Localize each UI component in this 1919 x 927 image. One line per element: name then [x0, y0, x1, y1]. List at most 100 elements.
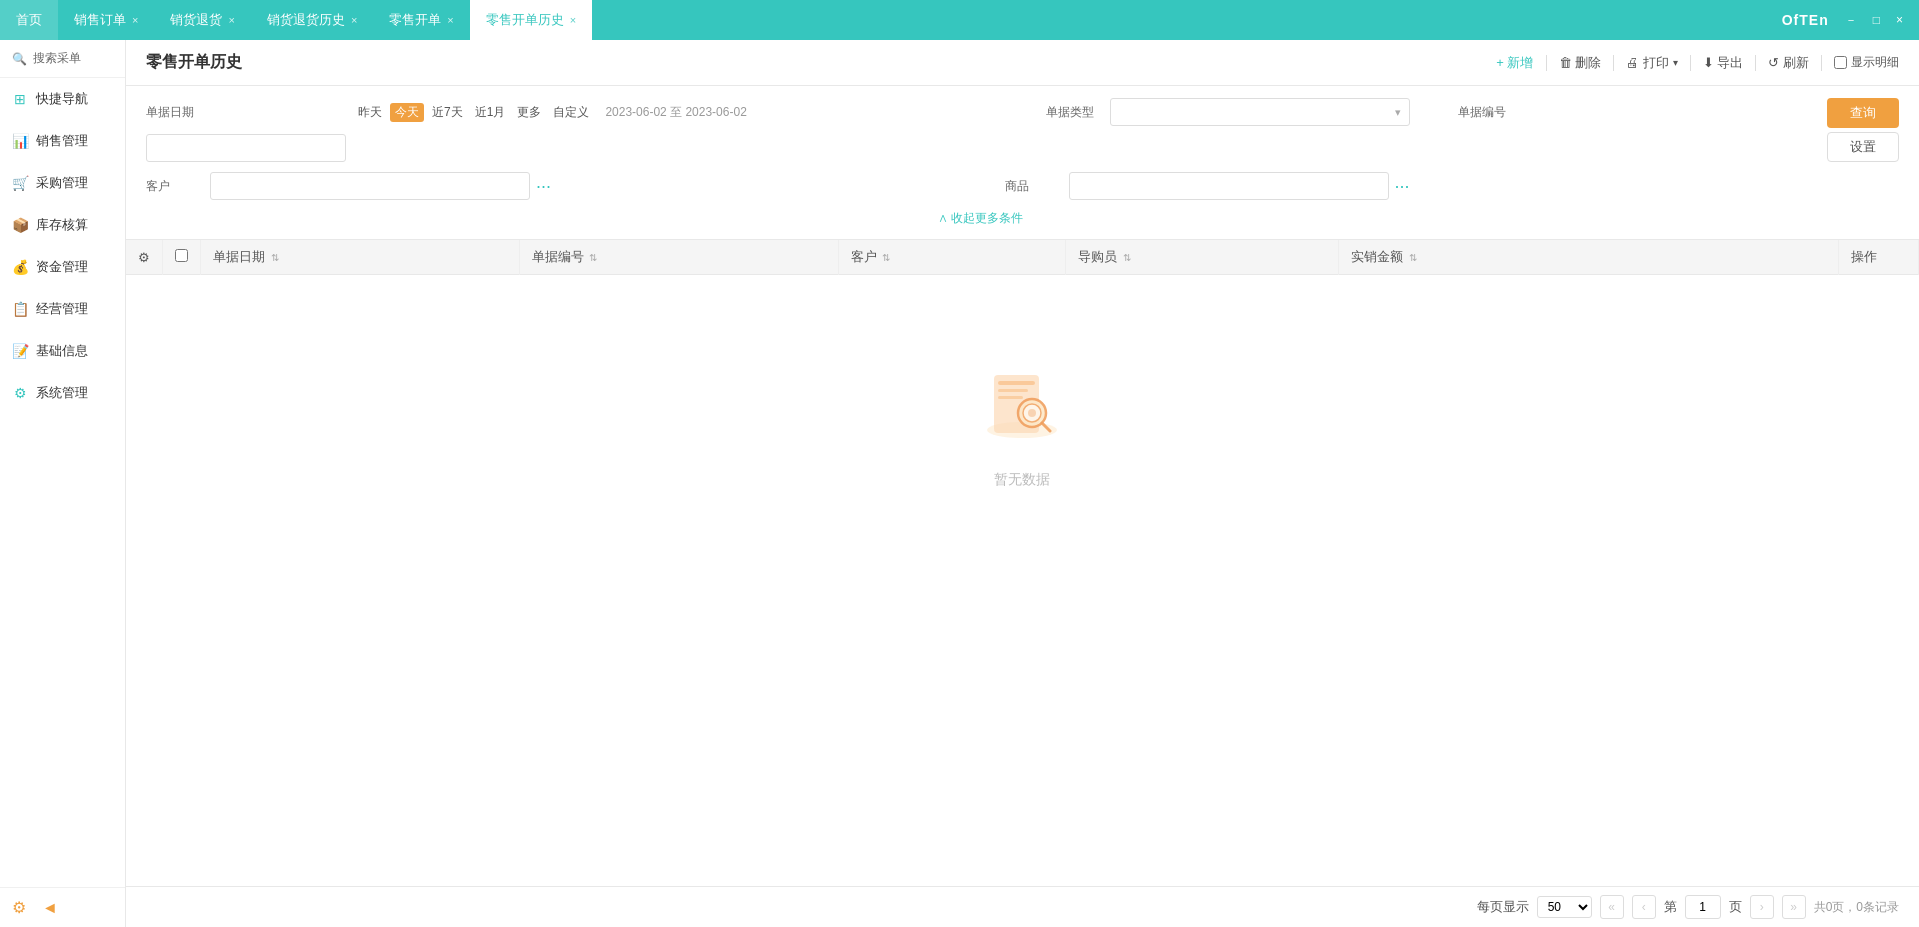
th-customer[interactable]: 客户 ⇅ [838, 240, 1065, 275]
print-label: 🖨 打印 [1626, 54, 1669, 72]
date-opt-1month[interactable]: 近1月 [471, 102, 510, 123]
doc-type-label: 单据类型 [1046, 104, 1102, 121]
date-opt-7days[interactable]: 近7天 [428, 102, 467, 123]
column-settings-icon[interactable]: ⚙ [138, 250, 150, 265]
th-amount-sort-icon[interactable]: ⇅ [1409, 252, 1417, 263]
page-size-select[interactable]: 50 10 20 100 [1537, 896, 1592, 918]
date-opt-yesterday[interactable]: 昨天 [354, 102, 386, 123]
page-next-btn[interactable]: › [1750, 895, 1774, 919]
page-number-input[interactable] [1685, 895, 1721, 919]
sidebar-item-quick-nav[interactable]: ⊞ 快捷导航 [0, 78, 125, 120]
th-date-sort-icon[interactable]: ⇅ [271, 252, 279, 263]
svg-rect-4 [998, 396, 1023, 399]
th-docno-label: 单据编号 [532, 249, 584, 264]
sidebar-item-basic-info[interactable]: 📝 基础信息 [0, 330, 125, 372]
date-range: 2023-06-02 至 2023-06-02 [605, 104, 998, 121]
show-detail-checkbox[interactable]: 显示明细 [1834, 54, 1899, 71]
add-button[interactable]: + 新增 [1496, 54, 1533, 72]
th-amount[interactable]: 实销金额 ⇅ [1339, 240, 1839, 275]
sidebar-item-purchase-mgmt[interactable]: 🛒 采购管理 [0, 162, 125, 204]
pagination-bar: 每页显示 50 10 20 100 « ‹ 第 页 › » 共0页，0条记录 [126, 886, 1919, 927]
toolbar-divider-4 [1755, 55, 1756, 71]
show-detail-input[interactable] [1834, 56, 1847, 69]
sidebar-item-system[interactable]: ⚙ 系统管理 [0, 372, 125, 414]
customer-label: 客户 [146, 178, 202, 195]
doc-no-input[interactable] [146, 134, 346, 162]
th-docno-sort-icon[interactable]: ⇅ [589, 252, 597, 263]
collapse-sidebar-icon[interactable]: ◄ [42, 899, 58, 917]
print-button[interactable]: 🖨 打印 ▾ [1626, 54, 1678, 72]
tab-retail-open[interactable]: 零售开单 × [373, 0, 469, 40]
customer-ellipsis-btn[interactable]: ··· [536, 176, 551, 197]
sidebar-item-operations[interactable]: 📋 经营管理 [0, 288, 125, 330]
collapse-button[interactable]: ∧ 收起更多条件 [146, 206, 1815, 231]
th-docno[interactable]: 单据编号 ⇅ [519, 240, 838, 275]
finance-icon: 💰 [12, 259, 28, 275]
inventory-label: 库存核算 [36, 216, 88, 234]
close-btn[interactable]: × [1896, 13, 1903, 27]
window-controls: OfTEn － □ × [1766, 12, 1919, 29]
tab-sales-order[interactable]: 销售订单 × [58, 0, 154, 40]
show-detail-label: 显示明细 [1851, 54, 1899, 71]
toolbar-divider-5 [1821, 55, 1822, 71]
date-label: 单据日期 [146, 104, 346, 121]
export-button[interactable]: ⬇ 导出 [1703, 54, 1744, 72]
th-salesperson[interactable]: 导购员 ⇅ [1065, 240, 1338, 275]
toolbar: + 新增 🗑 删除 🖨 打印 ▾ ⬇ 导出 ↺ 刷新 显示明细 [1496, 54, 1899, 72]
tab-sales-order-close[interactable]: × [132, 14, 138, 26]
th-settings[interactable]: ⚙ [126, 240, 163, 275]
tab-sales-return-label: 销货退货 [170, 11, 222, 29]
main-layout: 🔍 搜索采单 ⊞ 快捷导航 📊 销售管理 🛒 采购管理 📦 库存核算 💰 资金管… [0, 40, 1919, 927]
tab-retail-open-label: 零售开单 [389, 11, 441, 29]
tab-sales-return-history[interactable]: 销货退货历史 × [251, 0, 373, 40]
tab-home[interactable]: 首页 [0, 0, 58, 40]
goods-input[interactable] [1069, 172, 1389, 200]
minimize-btn[interactable]: － [1845, 12, 1857, 29]
date-opt-custom[interactable]: 自定义 [549, 102, 593, 123]
page-prev-btn[interactable]: ‹ [1632, 895, 1656, 919]
tab-retail-open-history-close[interactable]: × [570, 14, 576, 26]
sidebar-search[interactable]: 🔍 搜索采单 [0, 40, 125, 78]
tab-retail-open-history[interactable]: 零售开单历史 × [470, 0, 592, 40]
data-table: ⚙ 单据日期 ⇅ 单据编号 ⇅ [126, 240, 1919, 549]
refresh-button[interactable]: ↺ 刷新 [1768, 54, 1809, 72]
page-title: 零售开单历史 [146, 52, 242, 73]
page-size-label: 每页显示 [1477, 898, 1529, 916]
th-checkbox[interactable] [163, 240, 201, 275]
tab-sales-return[interactable]: 销货退货 × [154, 0, 250, 40]
print-dropdown-icon[interactable]: ▾ [1673, 57, 1678, 68]
sidebar-item-finance[interactable]: 💰 资金管理 [0, 246, 125, 288]
query-button[interactable]: 查询 [1827, 98, 1899, 128]
goods-label: 商品 [1005, 178, 1061, 195]
basic-info-label: 基础信息 [36, 342, 88, 360]
customer-input[interactable] [210, 172, 530, 200]
th-date[interactable]: 单据日期 ⇅ [201, 240, 520, 275]
filter-section: 单据日期 昨天 今天 近7天 近1月 更多 自定义 2023-06-02 至 2… [126, 86, 1919, 240]
svg-rect-2 [998, 381, 1035, 385]
sales-mgmt-icon: 📊 [12, 133, 28, 149]
doc-type-select[interactable]: ▾ [1110, 98, 1410, 126]
page-last-btn[interactable]: » [1782, 895, 1806, 919]
tab-sales-return-close[interactable]: × [228, 14, 234, 26]
delete-button[interactable]: 🗑 删除 [1559, 54, 1602, 72]
th-actions-label: 操作 [1851, 249, 1877, 264]
th-salesperson-sort-icon[interactable]: ⇅ [1123, 252, 1131, 263]
operations-icon: 📋 [12, 301, 28, 317]
date-opt-today[interactable]: 今天 [390, 103, 424, 122]
settings-icon[interactable]: ⚙ [12, 898, 26, 917]
sidebar-item-sales-mgmt[interactable]: 📊 销售管理 [0, 120, 125, 162]
select-all-checkbox[interactable] [175, 249, 188, 262]
finance-label: 资金管理 [36, 258, 88, 276]
maximize-btn[interactable]: □ [1873, 13, 1880, 27]
tab-retail-open-close[interactable]: × [447, 14, 453, 26]
empty-text: 暂无数据 [994, 471, 1050, 489]
th-customer-sort-icon[interactable]: ⇅ [882, 252, 890, 263]
goods-ellipsis-btn[interactable]: ··· [1395, 176, 1410, 197]
page-first-btn[interactable]: « [1600, 895, 1624, 919]
tab-sales-return-history-close[interactable]: × [351, 14, 357, 26]
quick-nav-icon: ⊞ [12, 91, 28, 107]
date-opt-more[interactable]: 更多 [513, 102, 545, 123]
sidebar-item-inventory[interactable]: 📦 库存核算 [0, 204, 125, 246]
settings-button[interactable]: 设置 [1827, 132, 1899, 162]
system-icon: ⚙ [12, 385, 28, 401]
